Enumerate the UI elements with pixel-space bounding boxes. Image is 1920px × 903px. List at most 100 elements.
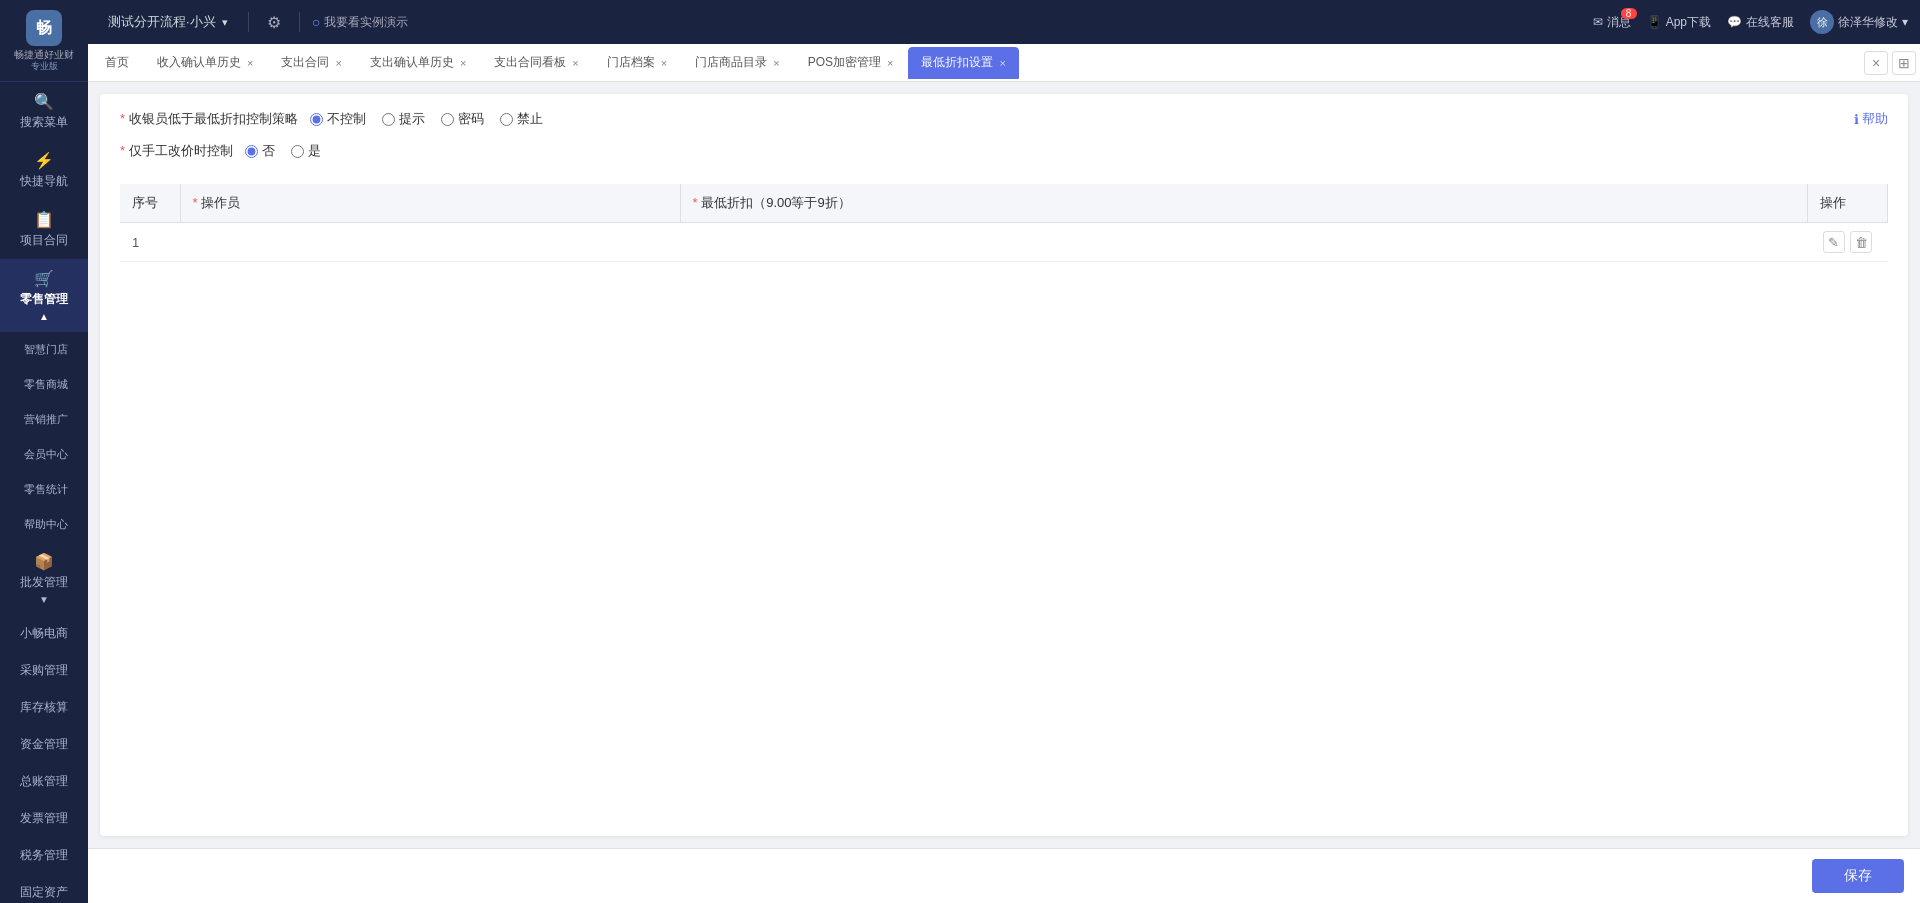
sidebar-item-retail-stats-label: 零售统计 xyxy=(24,482,68,497)
col-header-actions: 操作 xyxy=(1808,184,1888,223)
topbar-divider xyxy=(248,12,249,32)
tab-home[interactable]: 首页 xyxy=(92,47,142,79)
sidebar-item-online-store-label: 零售商城 xyxy=(24,377,68,392)
app-download-btn[interactable]: 📱 App下载 xyxy=(1647,14,1711,31)
sidebar-item-member-center[interactable]: 会员中心 xyxy=(0,437,88,472)
sidebar-item-search-label: 搜索菜单 xyxy=(20,114,68,131)
tab-payment-board-close-icon[interactable]: × xyxy=(572,57,578,69)
manual-price-label: 仅手工改价时控制 xyxy=(120,142,233,160)
tab-min-discount-close-icon[interactable]: × xyxy=(999,57,1005,69)
tab-pos-password-close-icon[interactable]: × xyxy=(887,57,893,69)
sidebar-item-member-center-label: 会员中心 xyxy=(24,447,68,462)
wholesale-icon: 📦 xyxy=(34,552,54,571)
tab-store-products-close-icon[interactable]: × xyxy=(773,57,779,69)
tab-payment-confirm-close-icon[interactable]: × xyxy=(460,57,466,69)
app-logo-text: 畅捷通好业财 专业版 xyxy=(14,48,74,73)
radio-manual-no[interactable]: 否 xyxy=(245,142,275,160)
quicknav-icon: ⚡ xyxy=(34,151,54,170)
tab-income-close-icon[interactable]: × xyxy=(247,57,253,69)
sidebar-item-capital-label: 资金管理 xyxy=(20,736,68,753)
download-icon: 📱 xyxy=(1647,15,1662,29)
sidebar-item-quicknav[interactable]: ⚡ 快捷导航 xyxy=(0,141,88,200)
radio-forbid[interactable]: 禁止 xyxy=(500,110,543,128)
tab-store-products[interactable]: 门店商品目录 × xyxy=(682,47,792,79)
sidebar-item-ledger-label: 总账管理 xyxy=(20,773,68,790)
sidebar-item-tax-mgmt[interactable]: 税务管理 xyxy=(0,837,88,874)
tab-store-files-close-icon[interactable]: × xyxy=(661,57,667,69)
sidebar-item-purchase-mgmt[interactable]: 采购管理 xyxy=(0,652,88,689)
sidebar-item-capital-mgmt[interactable]: 资金管理 xyxy=(0,726,88,763)
radio-no-control[interactable]: 不控制 xyxy=(310,110,366,128)
manual-price-row: 仅手工改价时控制 否 是 xyxy=(120,142,1888,160)
sidebar-item-ledger[interactable]: 总账管理 xyxy=(0,763,88,800)
topbar-settings-button[interactable]: ⚙ xyxy=(261,9,287,36)
edit-row-btn[interactable]: ✎ xyxy=(1823,231,1845,253)
tab-bar: 首页 收入确认单历史 × 支出合同 × 支出确认单历史 × 支出合同看板 × 门… xyxy=(88,44,1920,82)
sidebar-item-ecommerce[interactable]: 小畅电商 xyxy=(0,615,88,652)
radio-manual-yes-label: 是 xyxy=(308,142,321,160)
tab-min-discount-label: 最低折扣设置 xyxy=(921,54,993,71)
demo-icon: ○ xyxy=(312,14,320,30)
sidebar-item-invoice-mgmt[interactable]: 发票管理 xyxy=(0,800,88,837)
sidebar-item-help-center[interactable]: 帮助中心 xyxy=(0,507,88,542)
online-support-btn[interactable]: 💬 在线客服 xyxy=(1727,14,1794,31)
sidebar-item-fixed-assets-label: 固定资产 xyxy=(20,884,68,901)
radio-password-label: 密码 xyxy=(458,110,484,128)
sidebar-item-wholesale-mgmt[interactable]: 📦 批发管理 ▼ xyxy=(0,542,88,615)
table-section: 序号 操作员 最低折扣（9.00等于9折） 操作 xyxy=(120,184,1888,820)
sidebar-item-marketing-label: 营销推广 xyxy=(24,412,68,427)
sidebar-item-retail-mgmt[interactable]: 🛒 零售管理 ▲ xyxy=(0,259,88,332)
avatar: 徐 xyxy=(1810,10,1834,34)
sidebar-item-inventory[interactable]: 库存核算 xyxy=(0,689,88,726)
table-header-row: 序号 操作员 最低折扣（9.00等于9折） 操作 xyxy=(120,184,1888,223)
topbar-demo-link[interactable]: ○ 我要看实例演示 xyxy=(312,14,408,31)
sidebar-item-retail-label: 零售管理 xyxy=(20,291,68,308)
delete-row-btn[interactable]: 🗑 xyxy=(1850,231,1872,253)
sidebar-item-smart-store[interactable]: 智慧门店 xyxy=(0,332,88,367)
app-download-label: App下载 xyxy=(1666,14,1711,31)
help-icon: ℹ xyxy=(1854,112,1859,127)
tab-payment-confirm-history[interactable]: 支出确认单历史 × xyxy=(357,47,479,79)
topbar: 测试分开流程·小兴 ▾ ⚙ ○ 我要看实例演示 ✉ 消息 8 📱 App下载 💬… xyxy=(88,0,1920,44)
support-icon: 💬 xyxy=(1727,15,1742,29)
table-row: 1 ✎ 🗑 xyxy=(120,223,1888,262)
tab-income-label: 收入确认单历史 xyxy=(157,54,241,71)
sidebar-item-search[interactable]: 🔍 搜索菜单 xyxy=(0,82,88,141)
discount-strategy-label: 收银员低于最低折扣控制策略 xyxy=(120,110,298,128)
sidebar-item-smart-store-label: 智慧门店 xyxy=(24,342,68,357)
tab-pos-password-label: POS加密管理 xyxy=(808,54,881,71)
user-dropdown-icon: ▾ xyxy=(1902,15,1908,29)
tab-payment-contract-label: 支出合同 xyxy=(281,54,329,71)
tab-store-files[interactable]: 门店档案 × xyxy=(594,47,680,79)
tab-close-all-btn[interactable]: × xyxy=(1864,51,1888,75)
sidebar-item-help-center-label: 帮助中心 xyxy=(24,517,68,532)
user-name: 徐泽华修改 xyxy=(1838,14,1898,31)
tab-payment-contract-board[interactable]: 支出合同看板 × xyxy=(481,47,591,79)
sidebar-item-project-contract[interactable]: 📋 项目合同 xyxy=(0,200,88,259)
sidebar-item-retail-stats[interactable]: 零售统计 xyxy=(0,472,88,507)
radio-password[interactable]: 密码 xyxy=(441,110,484,128)
save-button[interactable]: 保存 xyxy=(1812,859,1904,893)
help-button[interactable]: ℹ 帮助 xyxy=(1854,110,1888,128)
notifications-btn[interactable]: ✉ 消息 8 xyxy=(1593,14,1631,31)
tab-more-btn[interactable]: ⊞ xyxy=(1892,51,1916,75)
tab-min-discount[interactable]: 最低折扣设置 × xyxy=(908,47,1018,79)
radio-prompt[interactable]: 提示 xyxy=(382,110,425,128)
notifications-badge: 8 xyxy=(1621,8,1637,19)
tab-income-confirm-history[interactable]: 收入确认单历史 × xyxy=(144,47,266,79)
sidebar-item-fixed-assets[interactable]: 固定资产 xyxy=(0,874,88,903)
cell-min-discount xyxy=(680,223,1808,262)
topbar-divider-2 xyxy=(299,12,300,32)
tab-payment-contract[interactable]: 支出合同 × xyxy=(268,47,354,79)
tab-payment-contract-close-icon[interactable]: × xyxy=(335,57,341,69)
sidebar-item-online-store[interactable]: 零售商城 xyxy=(0,367,88,402)
main-area: 测试分开流程·小兴 ▾ ⚙ ○ 我要看实例演示 ✉ 消息 8 📱 App下载 💬… xyxy=(88,0,1920,903)
radio-manual-yes[interactable]: 是 xyxy=(291,142,321,160)
sidebar: 畅 畅捷通好业财 专业版 🔍 搜索菜单 ⚡ 快捷导航 📋 项目合同 🛒 零售管理… xyxy=(0,0,88,903)
project-icon: 📋 xyxy=(34,210,54,229)
tab-pos-password[interactable]: POS加密管理 × xyxy=(795,47,907,79)
sidebar-item-marketing[interactable]: 营销推广 xyxy=(0,402,88,437)
topbar-project-selector[interactable]: 测试分开流程·小兴 ▾ xyxy=(100,9,236,35)
user-profile-btn[interactable]: 徐 徐泽华修改 ▾ xyxy=(1810,10,1908,34)
radio-prompt-label: 提示 xyxy=(399,110,425,128)
